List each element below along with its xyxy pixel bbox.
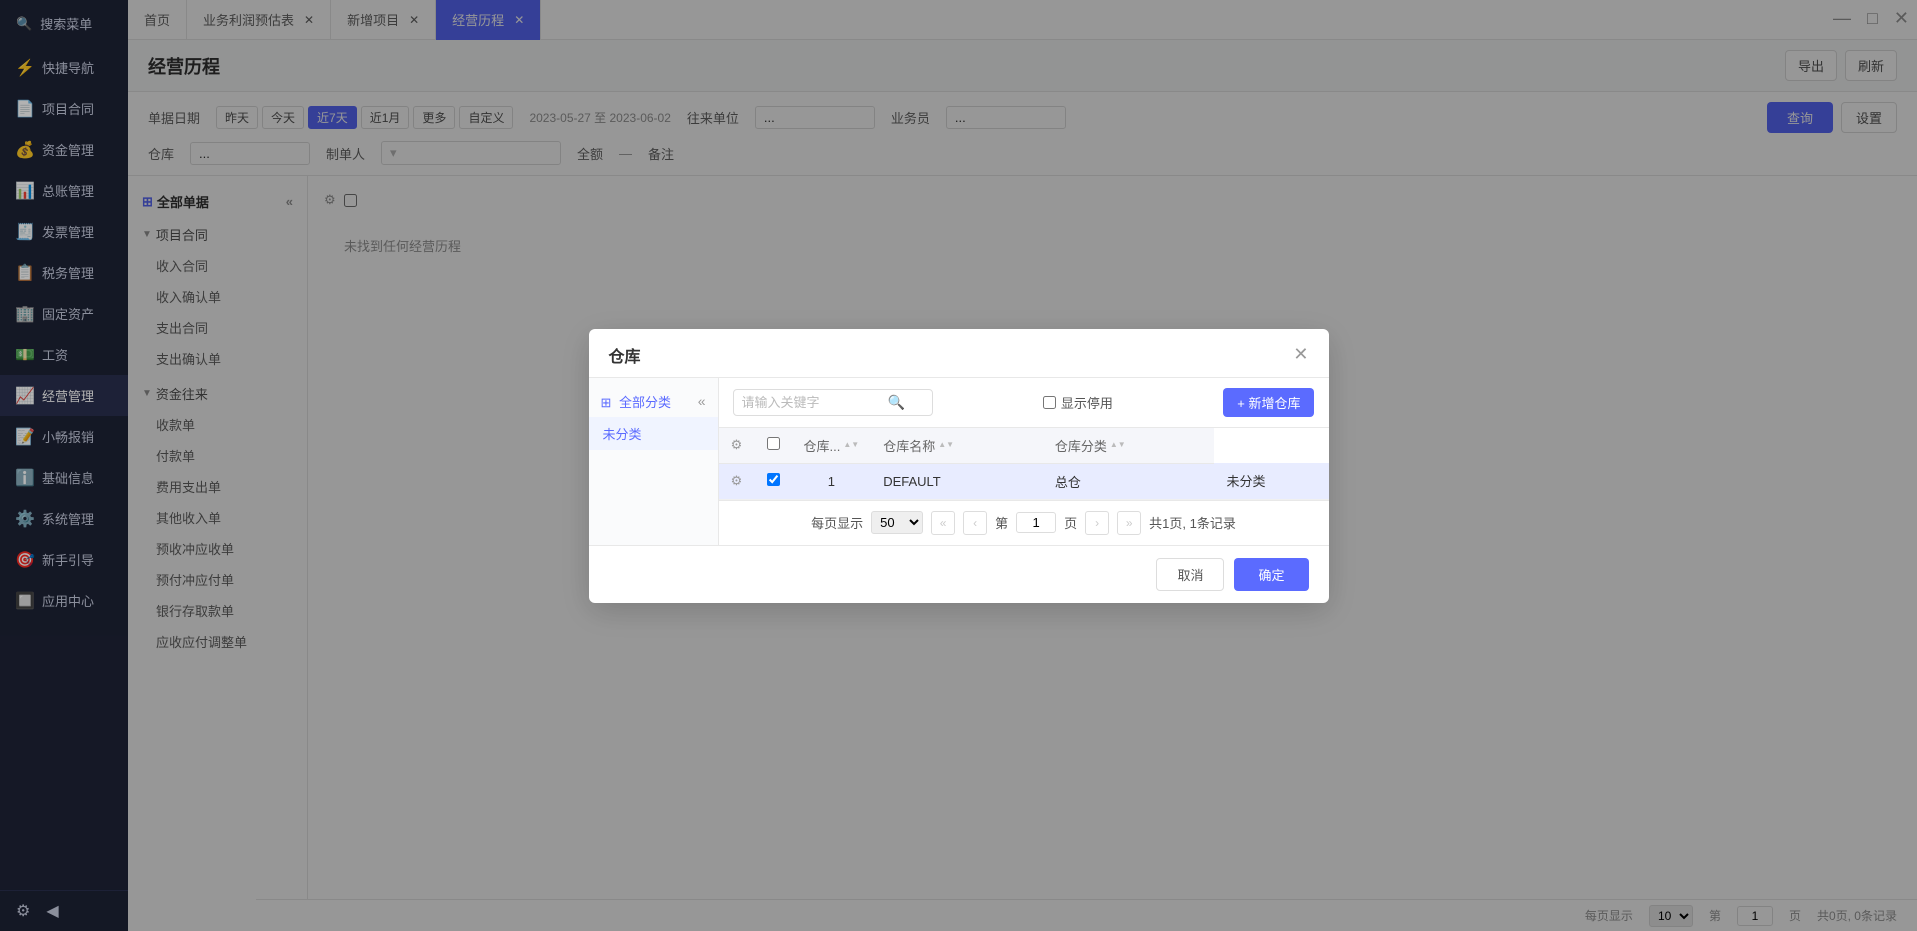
select-all-modal-checkbox[interactable] <box>767 437 780 450</box>
sort-icon-num[interactable]: ▲▼ <box>843 441 859 449</box>
cancel-button[interactable]: 取消 <box>1156 558 1224 591</box>
show-disabled-label: 显示停用 <box>1061 393 1113 412</box>
modal-right-panel: 🔍 显示停用 + 新增仓库 ⚙ <box>719 378 1329 545</box>
modal-search-input[interactable] <box>742 395 882 410</box>
modal-search-icon: 🔍 <box>888 394 905 411</box>
check-col-header <box>755 428 792 464</box>
modal-body: ⊞ 全部分类 « 未分类 🔍 显示停用 <box>589 378 1329 545</box>
table-row[interactable]: ⚙ 1 DEFAULT 总仓 未分类 <box>719 463 1329 499</box>
warehouse-num-header: 仓库... ▲▼ <box>792 428 872 464</box>
modal-page-input[interactable] <box>1016 512 1056 533</box>
modal-total-label: 共1页, 1条记录 <box>1149 513 1236 532</box>
warehouse-modal: 仓库 ✕ ⊞ 全部分类 « 未分类 <box>589 329 1329 603</box>
modal-table: ⚙ 仓库... ▲▼ <box>719 428 1329 500</box>
row-checkbox-cell[interactable] <box>755 463 792 499</box>
modal-header: 仓库 ✕ <box>589 329 1329 378</box>
row-num: 1 <box>792 463 872 499</box>
add-warehouse-button[interactable]: + 新增仓库 <box>1223 388 1314 417</box>
modal-search-box[interactable]: 🔍 <box>733 389 933 416</box>
sort-icon-name[interactable]: ▲▼ <box>938 441 954 449</box>
show-disabled-checkbox-label: 显示停用 <box>1043 393 1113 412</box>
modal-first-page-button[interactable]: « <box>931 511 955 535</box>
row-checkbox[interactable] <box>767 473 780 486</box>
warehouse-category-header: 仓库分类 ▲▼ <box>1043 428 1215 464</box>
modal-footer: 取消 确定 <box>589 545 1329 603</box>
row-name: 总仓 <box>1043 463 1215 499</box>
row-category: 未分类 <box>1214 463 1328 499</box>
row-id: DEFAULT <box>871 463 1043 499</box>
modal-title: 仓库 <box>609 343 641 367</box>
gear-icon[interactable]: ⚙ <box>731 437 743 452</box>
modal-close-button[interactable]: ✕ <box>1293 344 1308 365</box>
category-icon: ⊞ <box>601 395 612 410</box>
show-disabled-checkbox[interactable] <box>1043 396 1056 409</box>
modal-page-label: 第 <box>995 513 1008 532</box>
sort-icon-category[interactable]: ▲▼ <box>1110 441 1126 449</box>
modal-prev-page-button[interactable]: ‹ <box>963 511 987 535</box>
panel-collapse-icon[interactable]: « <box>698 393 706 409</box>
modal-page-suffix: 页 <box>1064 513 1077 532</box>
row-gear[interactable]: ⚙ <box>719 463 755 499</box>
all-categories-label: ⊞ 全部分类 <box>601 392 672 411</box>
modal-next-page-button[interactable]: › <box>1085 511 1109 535</box>
modal-left-panel: ⊞ 全部分类 « 未分类 <box>589 378 719 545</box>
modal-last-page-button[interactable]: » <box>1117 511 1141 535</box>
confirm-button[interactable]: 确定 <box>1234 558 1308 591</box>
warehouse-name-header: 仓库名称 ▲▼ <box>871 428 1043 464</box>
gear-col-header: ⚙ <box>719 428 755 464</box>
modal-left-header: ⊞ 全部分类 « <box>589 386 718 417</box>
modal-toolbar: 🔍 显示停用 + 新增仓库 <box>719 378 1329 428</box>
modal-per-page-select[interactable]: 5020100 <box>871 511 923 534</box>
modal-overlay: 仓库 ✕ ⊞ 全部分类 « 未分类 <box>0 0 1917 931</box>
modal-pagination: 每页显示 5020100 « ‹ 第 页 › » 共1页, 1条记录 <box>719 500 1329 545</box>
modal-per-page-label: 每页显示 <box>811 513 863 532</box>
modal-category-uncategorized[interactable]: 未分类 <box>589 417 718 450</box>
